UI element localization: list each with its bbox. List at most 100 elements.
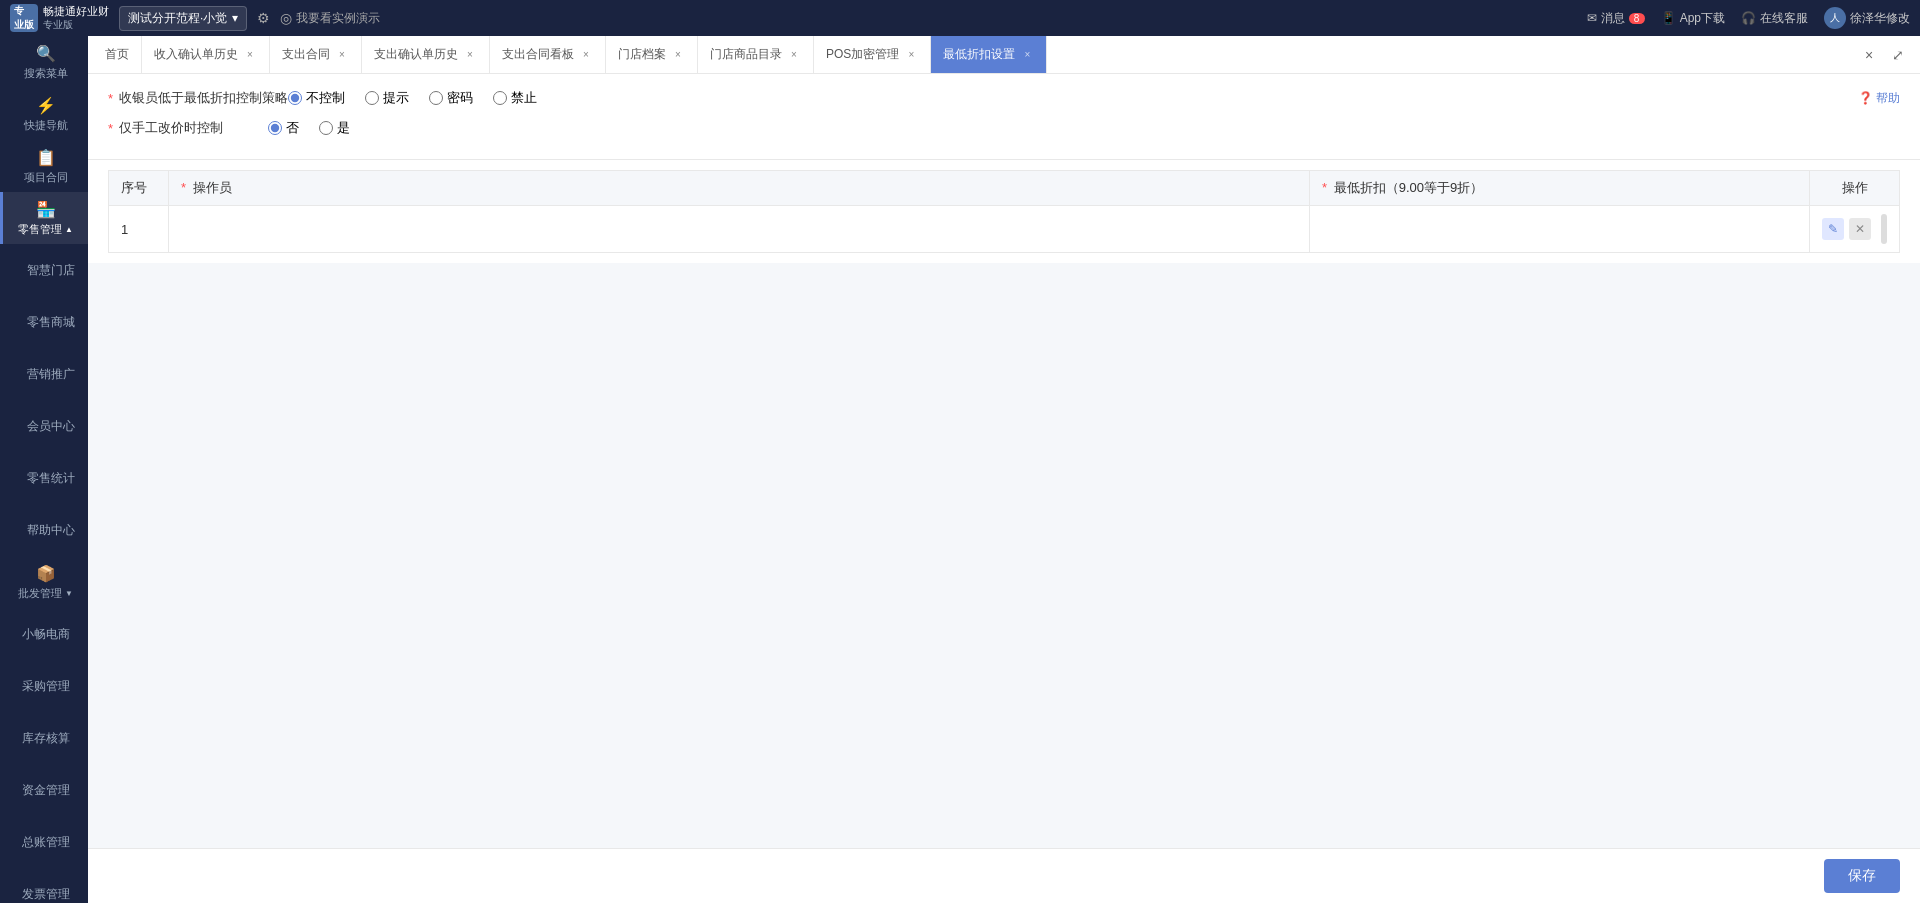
message-icon: ✉	[1587, 11, 1597, 25]
required-star-1: *	[108, 91, 113, 106]
sidebar-item-ecommerce[interactable]: 小畅电商	[0, 608, 88, 660]
radio-password-input[interactable]	[429, 91, 443, 105]
action-icons: ✎ ✕	[1822, 214, 1887, 244]
tab-pos-encrypt[interactable]: POS加密管理 ×	[814, 36, 931, 74]
table-scroll-area[interactable]: 序号 * 操作员 * 最低折扣（9.00等于9折）	[108, 170, 1900, 253]
tab-income-close-btn[interactable]: ×	[243, 48, 257, 62]
tab-payment-contract[interactable]: 支出合同 ×	[270, 36, 362, 74]
sidebar-item-retail-mgmt[interactable]: 🏪 零售管理 ▲	[0, 192, 88, 244]
manual-price-label: * 仅手工改价时控制	[108, 119, 268, 137]
sidebar-label-quick-nav: 快捷导航	[24, 118, 68, 133]
sidebar-label-member-center: 会员中心	[27, 418, 75, 435]
sidebar-item-accounting[interactable]: 总账管理	[0, 816, 88, 868]
tab-income-confirm-history[interactable]: 收入确认单历史 ×	[142, 36, 270, 74]
sidebar-item-smart-store[interactable]: 智慧门店	[0, 244, 88, 296]
sidebar-label-accounting: 总账管理	[22, 834, 70, 851]
sidebar-item-retail-mall[interactable]: 零售商城	[0, 296, 88, 348]
sidebar-item-retail-stats[interactable]: 零售统计	[0, 452, 88, 504]
radio-forbid-label: 禁止	[511, 89, 537, 107]
radio-yes[interactable]: 是	[319, 119, 350, 137]
radio-no-input[interactable]	[268, 121, 282, 135]
radio-none[interactable]: 不控制	[288, 89, 345, 107]
sidebar-item-marketing[interactable]: 营销推广	[0, 348, 88, 400]
sidebar-item-search[interactable]: 🔍 搜索菜单	[0, 36, 88, 88]
radio-remind[interactable]: 提示	[365, 89, 409, 107]
sidebar-label-invoice-mgmt: 发票管理	[22, 886, 70, 903]
save-button[interactable]: 保存	[1824, 859, 1900, 893]
tab-bar-actions: × ⤢	[1857, 43, 1915, 67]
tab-payment-board-label: 支出合同看板	[502, 46, 574, 63]
project-selector[interactable]: 测试分开范程·小觉 ▾	[119, 6, 247, 31]
tab-income-label: 收入确认单历史	[154, 46, 238, 63]
settings-icon[interactable]: ⚙	[257, 10, 270, 26]
radio-forbid-input[interactable]	[493, 91, 507, 105]
online-service-label: 在线客服	[1760, 10, 1808, 27]
sidebar-label-inventory: 库存核算	[22, 730, 70, 747]
tab-store-product-close-btn[interactable]: ×	[787, 48, 801, 62]
bottom-bar: 保存	[88, 848, 1920, 903]
discount-table: 序号 * 操作员 * 最低折扣（9.00等于9折）	[108, 170, 1900, 253]
radio-remind-input[interactable]	[365, 91, 379, 105]
project-contract-icon: 📋	[36, 148, 56, 167]
tab-store-archive-close-btn[interactable]: ×	[671, 48, 685, 62]
tab-payment-board-close-btn[interactable]: ×	[579, 48, 593, 62]
radio-forbid[interactable]: 禁止	[493, 89, 537, 107]
tab-payment-contract-board[interactable]: 支出合同看板 ×	[490, 36, 606, 74]
tab-store-archive[interactable]: 门店档案 ×	[606, 36, 698, 74]
tab-min-discount-close-btn[interactable]: ×	[1020, 48, 1034, 62]
sidebar-item-inventory[interactable]: 库存核算	[0, 712, 88, 764]
tab-store-product-catalog[interactable]: 门店商品目录 ×	[698, 36, 814, 74]
table-header-row: 序号 * 操作员 * 最低折扣（9.00等于9折）	[109, 171, 1900, 206]
radio-none-label: 不控制	[306, 89, 345, 107]
tab-home-label: 首页	[105, 46, 129, 63]
tab-payment-confirm-label: 支出确认单历史	[374, 46, 458, 63]
col-header-num: 序号	[109, 171, 169, 206]
edit-row-btn[interactable]: ✎	[1822, 218, 1844, 240]
tab-payment-confirm-history[interactable]: 支出确认单历史 ×	[362, 36, 490, 74]
app-download-btn[interactable]: 📱 App下载	[1661, 10, 1725, 27]
logo-icon: 专业版	[10, 4, 38, 32]
sidebar-item-batch-mgmt[interactable]: 📦 批发管理 ▼	[0, 556, 88, 608]
tab-payment-contract-close-btn[interactable]: ×	[335, 48, 349, 62]
sidebar-item-project-contract[interactable]: 📋 项目合同	[0, 140, 88, 192]
drag-handle[interactable]	[1881, 214, 1887, 244]
row-discount	[1310, 206, 1810, 253]
radio-none-input[interactable]	[288, 91, 302, 105]
sidebar-item-quick-nav[interactable]: ⚡ 快捷导航	[0, 88, 88, 140]
row-action: ✎ ✕	[1810, 206, 1900, 253]
radio-no-label: 否	[286, 119, 299, 137]
tab-min-discount-setting[interactable]: 最低折扣设置 ×	[931, 36, 1047, 74]
sidebar-label-ecommerce: 小畅电商	[22, 626, 70, 643]
sidebar-label-marketing: 营销推广	[27, 366, 75, 383]
download-icon: 📱	[1661, 11, 1676, 25]
col-header-discount: * 最低折扣（9.00等于9折）	[1310, 171, 1810, 206]
sidebar-item-member-center[interactable]: 会员中心	[0, 400, 88, 452]
radio-password[interactable]: 密码	[429, 89, 473, 107]
sidebar-item-capital-mgmt[interactable]: 资金管理	[0, 764, 88, 816]
user-profile-btn[interactable]: 人 徐泽华修改	[1824, 7, 1910, 29]
table-container: 序号 * 操作员 * 最低折扣（9.00等于9折）	[88, 160, 1920, 263]
required-star-2: *	[108, 121, 113, 136]
app-name: 畅捷通好业财 专业版	[43, 5, 109, 30]
help-button[interactable]: ❓ 帮助	[1858, 90, 1900, 107]
sidebar-item-help-center[interactable]: 帮助中心	[0, 504, 88, 556]
sidebar-item-invoice-mgmt[interactable]: 发票管理	[0, 868, 88, 903]
message-badge: 8	[1629, 13, 1645, 24]
app-download-label: App下载	[1680, 10, 1725, 27]
delete-row-btn[interactable]: ✕	[1849, 218, 1871, 240]
tab-expand-btn[interactable]: ⤢	[1886, 43, 1910, 67]
settings-panel: * 收银员低于最低折扣控制策略 不控制 提示	[88, 74, 1920, 160]
sidebar-item-purchase-mgmt[interactable]: 采购管理	[0, 660, 88, 712]
tab-pos-close-btn[interactable]: ×	[904, 48, 918, 62]
tab-home[interactable]: 首页	[93, 36, 142, 74]
demo-link[interactable]: ◎ 我要看实例演示	[280, 10, 380, 27]
radio-no[interactable]: 否	[268, 119, 299, 137]
tab-close-all-btn[interactable]: ×	[1857, 43, 1881, 67]
row-operator	[169, 206, 1310, 253]
app-logo: 专业版 畅捷通好业财 专业版	[10, 4, 109, 32]
radio-yes-input[interactable]	[319, 121, 333, 135]
messages-btn[interactable]: ✉ 消息 8	[1587, 10, 1645, 27]
tab-payment-confirm-close-btn[interactable]: ×	[463, 48, 477, 62]
sidebar: 🔍 搜索菜单 ⚡ 快捷导航 📋 项目合同 🏪 零售管理 ▲ 智慧门店 零售商城 …	[0, 36, 88, 903]
online-service-btn[interactable]: 🎧 在线客服	[1741, 10, 1808, 27]
